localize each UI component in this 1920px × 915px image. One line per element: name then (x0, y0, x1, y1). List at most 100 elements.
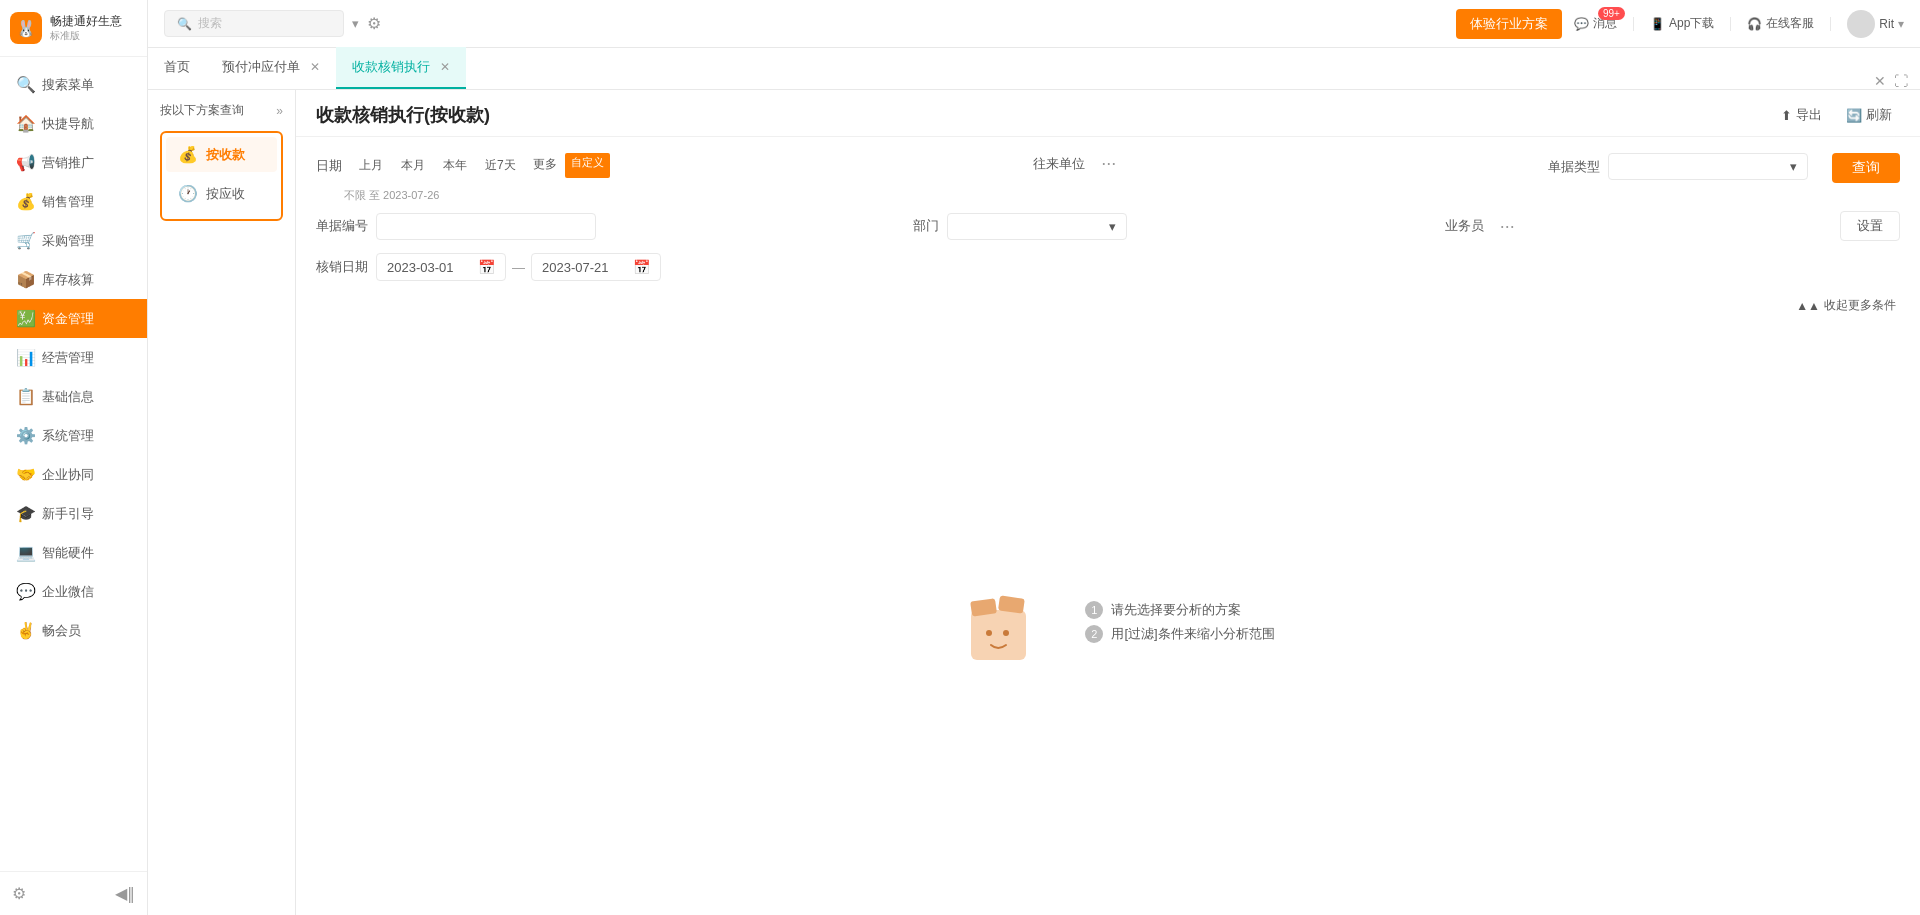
service-button[interactable]: 🎧 在线客服 (1747, 15, 1814, 32)
sidebar-item-business[interactable]: 📊 经营管理 (0, 338, 147, 377)
sidebar-collapse-button[interactable]: ◀‖ (115, 884, 135, 903)
export-icon: ⬆ (1781, 108, 1792, 123)
date-form-item: 日期 上月 本月 本年 近7天 更多 自定义 (316, 153, 610, 178)
form-row-1: 日期 上月 本月 本年 近7天 更多 自定义 往来单位 ··· (316, 153, 1900, 183)
sidebar-item-finance[interactable]: 💹 资金管理 (0, 299, 147, 338)
page-content: 按以下方案查询 » 💰 按收款 🕐 按应收 收款核销执行(按收款) (148, 90, 1920, 915)
filter-panel: 按以下方案查询 » 💰 按收款 🕐 按应收 (148, 90, 296, 915)
sidebar-item-label: 企业微信 (42, 583, 94, 601)
dept-form-item: 部门 ▾ (913, 213, 1127, 240)
solution-button[interactable]: 体验行业方案 (1456, 9, 1562, 39)
app-download-button[interactable]: 📱 App下载 (1650, 15, 1714, 32)
filter-item-by-receipt[interactable]: 💰 按收款 (166, 137, 277, 172)
sidebar-item-label: 库存核算 (42, 271, 94, 289)
verify-date-label: 核销日期 (316, 258, 368, 276)
sidebar-item-basics[interactable]: 📋 基础信息 (0, 377, 147, 416)
date-custom-label: 自定义 (565, 153, 610, 178)
sidebar-item-purchase[interactable]: 🛒 采购管理 (0, 221, 147, 260)
tab-expand-button[interactable]: ⛶ (1894, 73, 1908, 89)
tab-receipt-verify[interactable]: 收款核销执行 ✕ (336, 47, 466, 89)
calendar-start-icon[interactable]: 📅 (478, 259, 495, 275)
doc-number-input[interactable] (376, 213, 596, 240)
finance-icon: 💹 (16, 309, 34, 328)
by-receipt-icon: 💰 (178, 145, 198, 164)
step-2-text: 用[过滤]条件来缩小分析范围 (1111, 625, 1274, 643)
header-search-box[interactable]: 🔍 搜索 (164, 10, 344, 37)
calendar-end-icon[interactable]: 📅 (633, 259, 650, 275)
sidebar-item-label: 快捷导航 (42, 115, 94, 133)
settings-gear-icon[interactable]: ⚙ (367, 14, 381, 33)
verify-date-start-input[interactable]: 2023-03-01 📅 (376, 253, 506, 281)
date-tab-more[interactable]: 更多 (525, 153, 565, 178)
sidebar-item-marketing[interactable]: 📢 营销推广 (0, 143, 147, 182)
form-row-3: 核销日期 2023-03-01 📅 — 2023-07-21 📅 (316, 253, 1900, 281)
search-dropdown-icon[interactable]: ▾ (352, 16, 359, 31)
inventory-icon: 📦 (16, 270, 34, 289)
message-badge: 99+ (1598, 7, 1625, 20)
form-actions: 查询 (1832, 153, 1900, 183)
date-tab-this-year[interactable]: 本年 (434, 153, 476, 178)
guide-icon: 🎓 (16, 504, 34, 523)
tab-home[interactable]: 首页 (148, 47, 206, 89)
doc-number-label: 单据编号 (316, 217, 368, 235)
logo-name: 畅捷通好生意 (50, 13, 122, 30)
dept-select[interactable]: ▾ (947, 213, 1127, 240)
sidebar-item-label: 智能硬件 (42, 544, 94, 562)
date-tab-last-7days[interactable]: 近7天 (476, 153, 525, 178)
tab-close-all-button[interactable]: ✕ (1874, 73, 1886, 89)
system-icon: ⚙️ (16, 426, 34, 445)
export-button[interactable]: ⬆ 导出 (1773, 102, 1830, 128)
svg-point-3 (986, 630, 992, 636)
doc-type-select[interactable]: ▾ (1608, 153, 1808, 180)
sidebar-item-search-menu[interactable]: 🔍 搜索菜单 (0, 65, 147, 104)
collapse-more-button[interactable]: ▲▲ 收起更多条件 (1792, 293, 1900, 318)
filter-panel-collapse-button[interactable]: » (276, 104, 283, 118)
sidebar-item-enterprise[interactable]: 🤝 企业协同 (0, 455, 147, 494)
sidebar-item-system[interactable]: ⚙️ 系统管理 (0, 416, 147, 455)
refresh-button[interactable]: 🔄 刷新 (1838, 102, 1900, 128)
date-tab-this-month[interactable]: 本月 (392, 153, 434, 178)
tab-prepay[interactable]: 预付冲应付单 ✕ (206, 47, 336, 89)
tab-prepay-close[interactable]: ✕ (310, 60, 320, 74)
filter-item-label: 按收款 (206, 146, 245, 164)
settings-button[interactable]: 设置 (1840, 211, 1900, 241)
empty-illustration (941, 565, 1061, 685)
hardware-icon: 💻 (16, 543, 34, 562)
collapse-label: 收起更多条件 (1824, 297, 1896, 314)
doc-type-label: 单据类型 (1548, 158, 1600, 176)
date-tab-last-month[interactable]: 上月 (350, 153, 392, 178)
member-icon: ✌️ (16, 621, 34, 640)
counterpart-ellipsis[interactable]: ··· (1093, 153, 1124, 174)
form-row-2: 单据编号 部门 ▾ 业务员 ··· (316, 211, 1900, 241)
sidebar-settings-button[interactable]: ⚙ (12, 884, 26, 903)
staff-ellipsis[interactable]: ··· (1492, 216, 1523, 237)
header-divider3 (1830, 17, 1831, 31)
sidebar-item-label: 采购管理 (42, 232, 94, 250)
page-header-actions: ⬆ 导出 🔄 刷新 (1773, 102, 1900, 128)
sidebar-item-guide[interactable]: 🎓 新手引导 (0, 494, 147, 533)
query-button[interactable]: 查询 (1832, 153, 1900, 183)
sidebar-item-label: 经营管理 (42, 349, 94, 367)
filter-items-border: 💰 按收款 🕐 按应收 (160, 131, 283, 221)
tab-bar: 首页 预付冲应付单 ✕ 收款核销执行 ✕ ✕ ⛶ (148, 48, 1920, 90)
filter-item-by-receivable[interactable]: 🕐 按应收 (166, 176, 277, 211)
sidebar-item-wechat[interactable]: 💬 企业微信 (0, 572, 147, 611)
tab-receipt-close[interactable]: ✕ (440, 60, 450, 74)
message-button[interactable]: 💬 消息 99+ (1574, 15, 1617, 32)
sidebar-item-label: 资金管理 (42, 310, 94, 328)
counterpart-label: 往来单位 (1033, 155, 1085, 173)
sidebar-item-sales[interactable]: 💰 销售管理 (0, 182, 147, 221)
sidebar-item-hardware[interactable]: 💻 智能硬件 (0, 533, 147, 572)
sidebar-item-label: 营销推广 (42, 154, 94, 172)
empty-state: 1 请先选择要分析的方案 2 用[过滤]条件来缩小分析范围 (296, 334, 1920, 915)
empty-svg (951, 575, 1051, 675)
purchase-icon: 🛒 (16, 231, 34, 250)
sidebar-item-inventory[interactable]: 📦 库存核算 (0, 260, 147, 299)
verify-date-end-input[interactable]: 2023-07-21 📅 (531, 253, 661, 281)
sidebar-item-member[interactable]: ✌️ 畅会员 (0, 611, 147, 650)
sidebar-item-label: 新手引导 (42, 505, 94, 523)
date-tabs: 上月 本月 本年 近7天 更多 自定义 (350, 153, 610, 178)
user-profile[interactable]: Rit ▾ (1847, 10, 1904, 38)
sidebar-item-quick-nav[interactable]: 🏠 快捷导航 (0, 104, 147, 143)
refresh-label: 刷新 (1866, 106, 1892, 124)
